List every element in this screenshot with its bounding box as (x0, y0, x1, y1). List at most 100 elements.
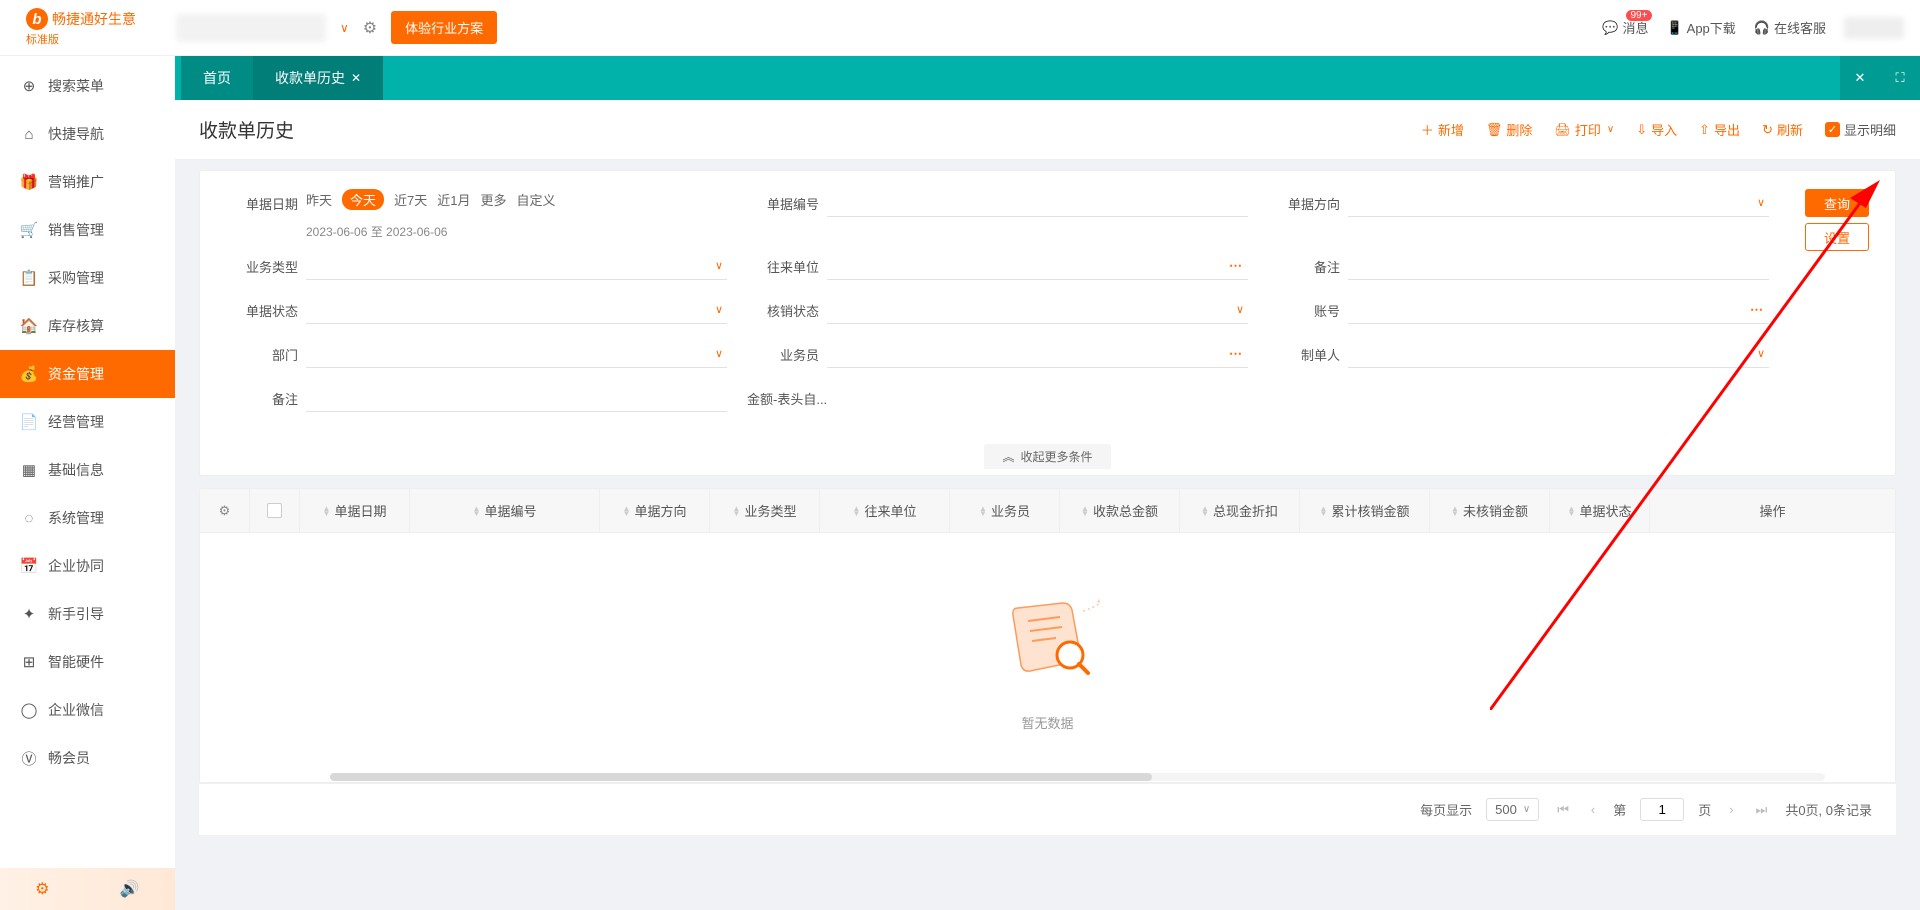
sidebar-item-label: 搜索菜单 (48, 76, 104, 96)
filter-salesman[interactable]: 业务员⋯ (747, 340, 1248, 372)
sidebar-item-4[interactable]: 📋 采购管理 (0, 254, 175, 302)
sidebar-item-label: 基础信息 (48, 460, 104, 480)
org-dropdown-icon[interactable]: ∨ (340, 21, 349, 35)
sidebar-item-2[interactable]: 🎁营销推广 (0, 158, 175, 206)
chevron-down-icon: ∨ (715, 347, 723, 360)
col-biz-type[interactable]: ▲▼业务类型 (710, 489, 820, 532)
filter-date[interactable]: 单据日期 昨天 今天 近7天 近1月 更多 自定义 2023-06-06 至 2… (226, 189, 727, 240)
sidebar-item-7[interactable]: 📄经营管理 (0, 398, 175, 446)
table-settings-icon[interactable]: ⚙ (200, 489, 250, 532)
filter-amount-header[interactable]: 金额-表头自... (747, 384, 1248, 416)
filter-partner[interactable]: 往来单位⋯ (747, 252, 1248, 284)
export-icon: ⇧ (1699, 122, 1710, 138)
page-input[interactable] (1640, 798, 1684, 821)
tab-receipt-history[interactable]: 收款单历史 ✕ (253, 56, 383, 100)
date-7days[interactable]: 近7天 (394, 190, 427, 209)
sidebar-item-3[interactable]: 🛒销售管理 (0, 206, 175, 254)
filter-doc-no[interactable]: 单据编号 (747, 189, 1248, 240)
filter-remark-header[interactable]: 备注 (1268, 252, 1769, 284)
online-service-label: 在线客服 (1774, 18, 1826, 37)
sidebar-item-8[interactable]: ▦基础信息 (0, 446, 175, 494)
print-button[interactable]: 🖨打印∨ (1554, 120, 1614, 139)
col-salesman[interactable]: ▲▼业务员 (950, 489, 1060, 532)
sidebar-item-label: 采购管理 (48, 268, 104, 288)
col-discount[interactable]: ▲▼总现金折扣 (1180, 489, 1300, 532)
sidebar-icon: Ⓥ (20, 749, 38, 767)
filter-creator[interactable]: 制单人∨ (1268, 340, 1769, 372)
filter-setting-button[interactable]: 设置 (1805, 223, 1869, 251)
filter-direction[interactable]: 单据方向∨ (1268, 189, 1769, 240)
online-service-link[interactable]: 🎧 在线客服 (1754, 18, 1826, 37)
filter-verify-status[interactable]: 核销状态∨ (747, 296, 1248, 328)
more-icon: ⋯ (1229, 346, 1244, 362)
sidebar-item-12[interactable]: ⊞智能硬件 (0, 638, 175, 686)
settings-gear-icon[interactable]: ⚙ (363, 18, 377, 38)
footer-gear-icon[interactable]: ⚙ (35, 879, 49, 899)
tab-close-all-icon[interactable]: ✕ (1840, 56, 1880, 100)
date-yesterday[interactable]: 昨天 (306, 190, 332, 209)
import-button[interactable]: ⇩导入 (1636, 120, 1677, 139)
date-today[interactable]: 今天 (342, 189, 384, 210)
select-all-checkbox[interactable] (250, 489, 300, 532)
page-prefix: 第 (1613, 800, 1626, 819)
date-custom[interactable]: 自定义 (517, 190, 556, 209)
page-prev-icon[interactable]: ‹ (1587, 802, 1599, 817)
experience-plan-button[interactable]: 体验行业方案 (391, 11, 497, 44)
sidebar-item-13[interactable]: ◯企业微信 (0, 686, 175, 734)
per-page-select[interactable]: 500∨ (1486, 798, 1539, 821)
filter-doc-status[interactable]: 单据状态∨ (226, 296, 727, 328)
filter-account[interactable]: 账号⋯ (1268, 296, 1769, 328)
add-button[interactable]: ＋新增 (1421, 120, 1464, 139)
logo-edition: 标准版 (26, 31, 59, 47)
sidebar-item-label: 营销推广 (48, 172, 104, 192)
page-first-icon[interactable]: ⏮ (1553, 802, 1573, 818)
col-total[interactable]: ▲▼收款总金额 (1060, 489, 1180, 532)
date-more[interactable]: 更多 (481, 190, 507, 209)
export-button[interactable]: ⇧导出 (1699, 120, 1740, 139)
col-date[interactable]: ▲▼单据日期 (300, 489, 410, 532)
col-no[interactable]: ▲▼单据编号 (410, 489, 600, 532)
delete-button[interactable]: 🗑删除 (1486, 120, 1533, 139)
filter-dept[interactable]: 部门∨ (226, 340, 727, 372)
sidebar-item-9[interactable]: ◌系统管理 (0, 494, 175, 542)
sidebar-item-1[interactable]: ⌂快捷导航 (0, 110, 175, 158)
chevron-down-icon: ∨ (1523, 804, 1530, 815)
plus-icon: ＋ (1421, 120, 1434, 139)
sidebar-item-6[interactable]: 💰资金管理 (0, 350, 175, 398)
page-next-icon[interactable]: › (1725, 802, 1737, 817)
col-direction[interactable]: ▲▼单据方向 (600, 489, 710, 532)
date-1month[interactable]: 近1月 (437, 190, 470, 209)
collapse-filters-button[interactable]: ︽ 收起更多条件 (984, 444, 1110, 469)
horizontal-scrollbar[interactable] (200, 772, 1895, 782)
message-link[interactable]: 💬 消息 99+ (1602, 18, 1648, 37)
app-download-link[interactable]: 📱 App下载 (1666, 18, 1735, 37)
show-detail-toggle[interactable]: ✓显示明细 (1825, 120, 1896, 139)
page-suffix: 页 (1698, 800, 1711, 819)
sidebar-item-11[interactable]: ✦新手引导 (0, 590, 175, 638)
sidebar-item-0[interactable]: ⊕ 搜索菜单 (0, 62, 175, 110)
sidebar-item-10[interactable]: 📅企业协同 (0, 542, 175, 590)
filter-remark[interactable]: 备注 (226, 384, 727, 416)
org-name-blurred (176, 14, 326, 42)
col-status[interactable]: ▲▼单据状态 (1550, 489, 1650, 532)
tab-home[interactable]: 首页 (181, 56, 253, 100)
refresh-button[interactable]: ↻刷新 (1762, 120, 1803, 139)
query-button[interactable]: 查询 (1805, 189, 1869, 217)
sidebar-item-label: 资金管理 (48, 364, 104, 384)
col-verified[interactable]: ▲▼累计核销金额 (1300, 489, 1430, 532)
chevron-down-icon: ∨ (1757, 347, 1765, 360)
date-range-text: 2023-06-06 至 2023-06-06 (306, 223, 727, 240)
footer-sound-icon[interactable]: 🔊 (120, 879, 140, 899)
sidebar-item-label: 经营管理 (48, 412, 104, 432)
sidebar-item-14[interactable]: Ⓥ畅会员 (0, 734, 175, 782)
sidebar-icon: 🛒 (20, 221, 38, 239)
filter-biz-type[interactable]: 业务类型∨ (226, 252, 727, 284)
col-partner[interactable]: ▲▼往来单位 (820, 489, 950, 532)
tab-close-icon[interactable]: ✕ (351, 71, 361, 85)
sidebar-icon: 📋 (20, 269, 38, 287)
sidebar-item-5[interactable]: 🏠库存核算 (0, 302, 175, 350)
page-last-icon[interactable]: ⏭ (1752, 802, 1772, 818)
col-unverified[interactable]: ▲▼未核销金额 (1430, 489, 1550, 532)
tab-fullscreen-icon[interactable]: ⛶ (1880, 56, 1920, 100)
sidebar-icon: ⊕ (20, 77, 38, 95)
